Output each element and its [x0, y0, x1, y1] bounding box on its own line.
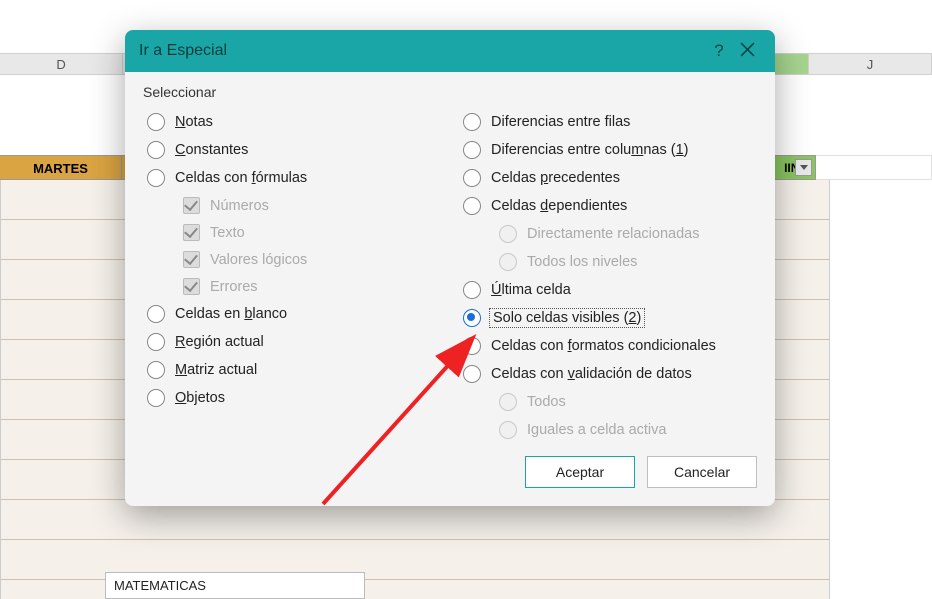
option-label: Región actual	[175, 334, 264, 350]
option-validacion[interactable]: Celdas con validación de datos	[459, 360, 757, 388]
option-todos-niveles: Todos los niveles	[459, 248, 757, 276]
radio-icon	[499, 393, 517, 411]
option-region[interactable]: Región actual	[143, 328, 441, 356]
option-label: Matriz actual	[175, 362, 257, 378]
option-label: Directamente relacionadas	[527, 226, 699, 242]
option-objetos[interactable]: Objetos	[143, 384, 441, 412]
option-label: Números	[210, 198, 269, 214]
radio-icon	[463, 197, 481, 215]
go-to-special-dialog: Ir a Especial ? Seleccionar Notas Consta…	[125, 30, 775, 506]
option-iguales: Iguales a celda activa	[459, 416, 757, 444]
option-constantes[interactable]: Constantes	[143, 136, 441, 164]
radio-icon	[499, 421, 517, 439]
option-label: Celdas con formatos condicionales	[491, 338, 716, 354]
radio-icon	[463, 337, 481, 355]
option-numeros: Números	[143, 192, 441, 219]
option-formatos[interactable]: Celdas con formatos condicionales	[459, 332, 757, 360]
radio-icon	[499, 253, 517, 271]
option-label: Valores lógicos	[210, 252, 307, 268]
cell-matematicas[interactable]: MATEMATICAS	[105, 572, 365, 599]
radio-icon	[147, 361, 165, 379]
radio-icon	[147, 169, 165, 187]
option-label: Solo celdas visibles (2)	[491, 310, 643, 326]
checkbox-icon	[183, 251, 200, 268]
option-label: Celdas con validación de datos	[491, 366, 692, 382]
option-label: Celdas en blanco	[175, 306, 287, 322]
option-formulas[interactable]: Celdas con fórmulas	[143, 164, 441, 192]
filter-dropdown-icon[interactable]	[795, 159, 812, 176]
option-label: Errores	[210, 279, 258, 295]
option-blanco[interactable]: Celdas en blanco	[143, 300, 441, 328]
option-errores: Errores	[143, 273, 441, 300]
radio-icon	[463, 113, 481, 131]
option-label: Diferencias entre filas	[491, 114, 630, 130]
cancel-button[interactable]: Cancelar	[647, 456, 757, 488]
radio-icon	[463, 281, 481, 299]
radio-icon	[463, 169, 481, 187]
option-notas[interactable]: Notas	[143, 108, 441, 136]
option-label: Notas	[175, 114, 213, 130]
dialog-content: Seleccionar Notas Constantes Celdas con …	[125, 72, 775, 506]
help-button[interactable]: ?	[705, 41, 733, 61]
dialog-title: Ir a Especial	[139, 42, 705, 60]
option-dependientes[interactable]: Celdas dependientes	[459, 192, 757, 220]
radio-icon	[147, 305, 165, 323]
option-logicos: Valores lógicos	[143, 246, 441, 273]
radio-icon	[147, 333, 165, 351]
option-label: Diferencias entre columnas (1)	[491, 142, 689, 158]
options-columns: Notas Constantes Celdas con fórmulas Núm…	[143, 108, 757, 444]
option-todos: Todos	[459, 388, 757, 416]
option-precedentes[interactable]: Celdas precedentes	[459, 164, 757, 192]
option-directa: Directamente relacionadas	[459, 220, 757, 248]
option-dif-filas[interactable]: Diferencias entre filas	[459, 108, 757, 136]
header-cell-martes[interactable]: MARTES	[0, 155, 122, 180]
option-ultima[interactable]: Última celda	[459, 276, 757, 304]
option-dif-columnas[interactable]: Diferencias entre columnas (1)	[459, 136, 757, 164]
option-label: Celdas precedentes	[491, 170, 620, 186]
checkbox-icon	[183, 278, 200, 295]
radio-icon	[463, 141, 481, 159]
option-matriz[interactable]: Matriz actual	[143, 356, 441, 384]
option-label: Iguales a celda activa	[527, 422, 666, 438]
options-col-right: Diferencias entre filas Diferencias entr…	[459, 108, 757, 444]
option-label: Objetos	[175, 390, 225, 406]
radio-icon	[463, 365, 481, 383]
checkbox-icon	[183, 197, 200, 214]
close-icon	[740, 42, 755, 57]
close-button[interactable]	[733, 42, 761, 60]
option-label: Todos los niveles	[527, 254, 637, 270]
radio-icon	[147, 389, 165, 407]
radio-icon	[147, 113, 165, 131]
options-col-left: Notas Constantes Celdas con fórmulas Núm…	[143, 108, 441, 444]
radio-icon	[147, 141, 165, 159]
option-visibles[interactable]: Solo celdas visibles (2)	[459, 304, 757, 332]
group-label-seleccionar: Seleccionar	[143, 84, 757, 100]
option-label: Última celda	[491, 282, 571, 298]
header-cell-blank	[816, 155, 932, 180]
dialog-buttons: Aceptar Cancelar	[143, 444, 757, 490]
option-label: Constantes	[175, 142, 248, 158]
col-header-d[interactable]: D	[0, 54, 123, 74]
radio-icon	[463, 309, 481, 327]
radio-icon	[499, 225, 517, 243]
option-label: Texto	[210, 225, 245, 241]
dialog-titlebar[interactable]: Ir a Especial ?	[125, 30, 775, 72]
col-header-j[interactable]: J	[809, 54, 932, 74]
checkbox-icon	[183, 224, 200, 241]
option-label: Celdas con fórmulas	[175, 170, 307, 186]
ok-button[interactable]: Aceptar	[525, 456, 635, 488]
option-label: Celdas dependientes	[491, 198, 627, 214]
option-label: Todos	[527, 394, 566, 410]
option-texto: Texto	[143, 219, 441, 246]
